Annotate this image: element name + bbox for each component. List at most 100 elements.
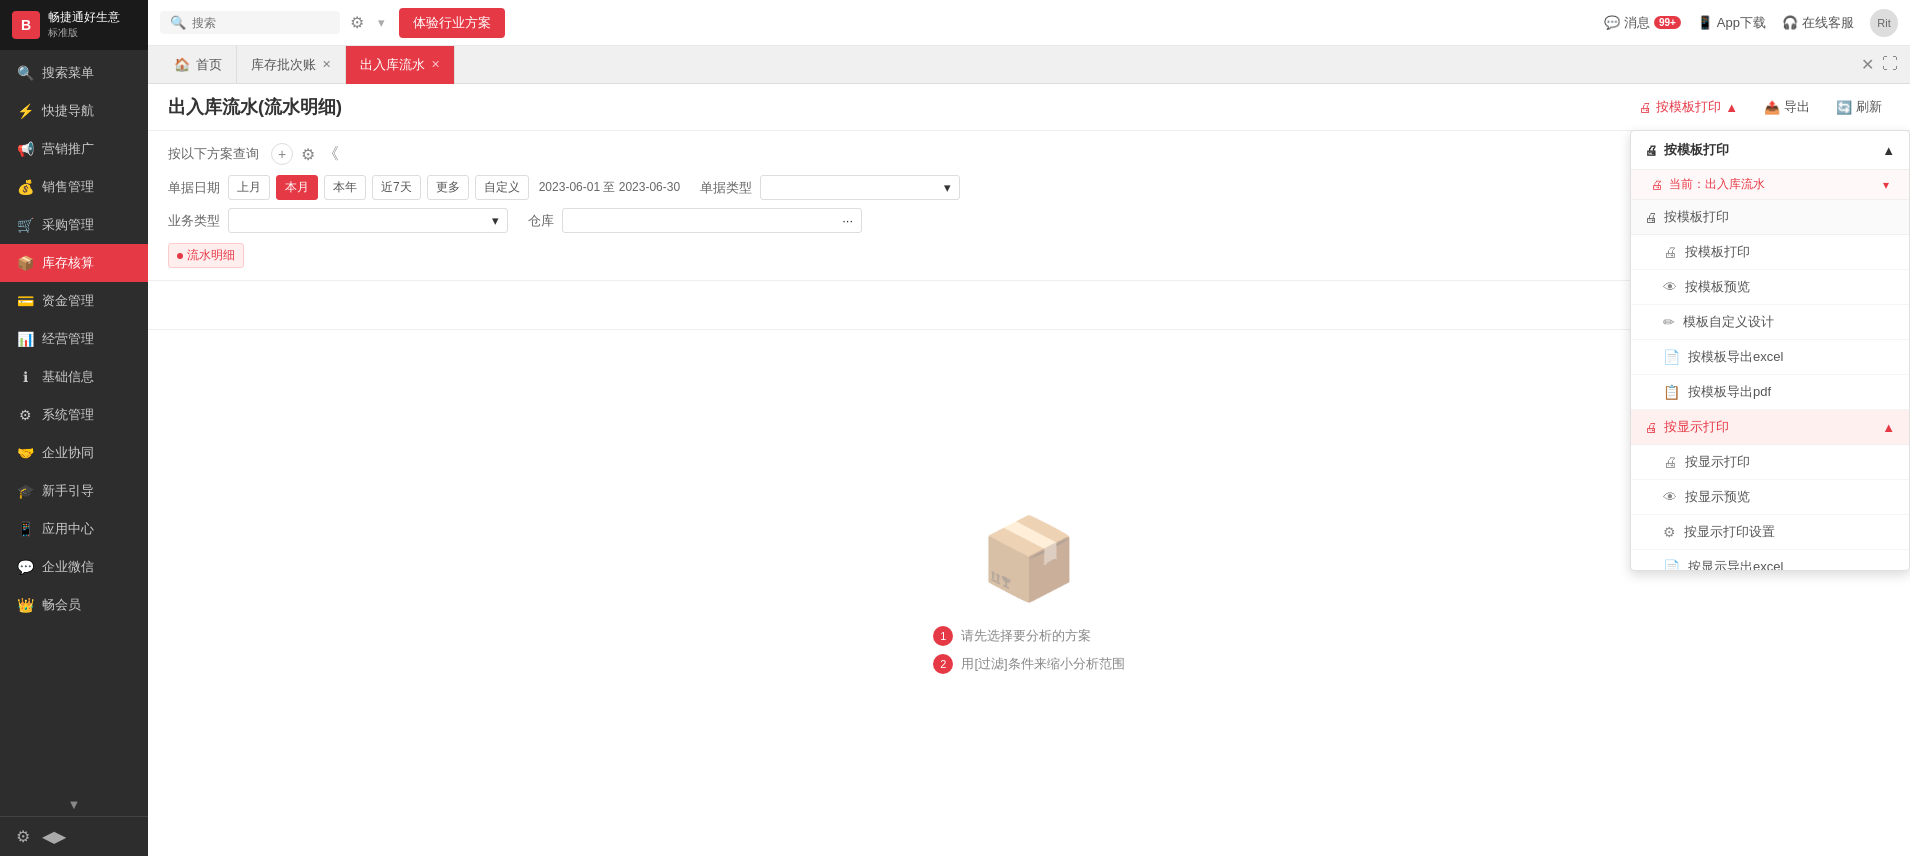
online-service-button[interactable]: 🎧 在线客服: [1782, 14, 1854, 32]
app-download-label: App下载: [1717, 14, 1766, 32]
close-tab-icon[interactable]: ✕: [1861, 55, 1874, 74]
tabs-bar: 🏠 首页 库存批次账 ✕ 出入库流水 ✕ ✕ ⛶: [148, 46, 1910, 84]
tab-close-icon[interactable]: ✕: [322, 58, 331, 71]
display-excel-item[interactable]: 📄 按显示导出excel: [1631, 550, 1909, 570]
warehouse-select[interactable]: ···: [562, 208, 862, 233]
export-icon: 📤: [1764, 100, 1780, 115]
sidebar-item-quick-nav[interactable]: ⚡ 快捷导航: [0, 92, 148, 130]
template-preview-item[interactable]: 👁 按模板预览: [1631, 270, 1909, 305]
display-section-chevron-icon[interactable]: ▲: [1882, 420, 1895, 435]
topbar: 🔍 ⚙ ▾ 体验行业方案 💬 消息 99+ 📱 App下载 🎧 在线客服 Rit: [148, 0, 1910, 46]
app-download-button[interactable]: 📱 App下载: [1697, 14, 1766, 32]
template-section-label: 按模板打印: [1664, 208, 1729, 226]
empty-state-container: 📦 1 请先选择要分析的方案 2 用[过滤]条件来缩小分析范围: [933, 512, 1124, 674]
settings-footer-icon[interactable]: ⚙: [16, 827, 30, 846]
template-print-label: 按模板打印: [1685, 243, 1750, 261]
tab-home[interactable]: 🏠 首页: [160, 46, 237, 84]
sidebar-item-basics[interactable]: ℹ 基础信息: [0, 358, 148, 396]
sidebar-item-operations[interactable]: 📊 经营管理: [0, 320, 148, 358]
sidebar-item-inventory[interactable]: 📦 库存核算: [0, 244, 148, 282]
sidebar-item-member[interactable]: 👑 畅会员: [0, 586, 148, 624]
expand-tab-icon[interactable]: ⛶: [1882, 55, 1898, 74]
date-filter-buttons: 上月 本月 本年 近7天 更多 自定义 2023-06-01 至 2023-06…: [228, 175, 680, 200]
tab-active-close-icon[interactable]: ✕: [431, 58, 440, 71]
sidebar-item-label: 企业协同: [42, 444, 94, 462]
main-area: 🔍 ⚙ ▾ 体验行业方案 💬 消息 99+ 📱 App下载 🎧 在线客服 Rit: [148, 0, 1910, 856]
search-icon: 🔍: [16, 65, 34, 81]
sidebar-item-collab[interactable]: 🤝 企业协同: [0, 434, 148, 472]
display-print-settings-item[interactable]: ⚙ 按显示打印设置: [1631, 515, 1909, 550]
date-btn-last-month[interactable]: 上月: [228, 175, 270, 200]
operations-icon: 📊: [16, 331, 34, 347]
refresh-button[interactable]: 🔄 刷新: [1828, 94, 1890, 120]
date-btn-7days[interactable]: 近7天: [372, 175, 421, 200]
online-service-label: 在线客服: [1802, 14, 1854, 32]
template-design-item[interactable]: ✏ 模板自定义设计: [1631, 305, 1909, 340]
sidebar: B 畅捷通好生意 标准版 🔍 搜索菜单 ⚡ 快捷导航 📢 营销推广 💰 销售管理…: [0, 0, 148, 856]
date-btn-this-month[interactable]: 本月: [276, 175, 318, 200]
sidebar-item-finance[interactable]: 💳 资金管理: [0, 282, 148, 320]
template-preview-label: 按模板预览: [1685, 278, 1750, 296]
empty-step-1: 1 请先选择要分析的方案: [933, 626, 1124, 646]
sidebar-item-apps[interactable]: 📱 应用中心: [0, 510, 148, 548]
tab-batch-account[interactable]: 库存批次账 ✕: [237, 46, 346, 84]
industry-solution-button[interactable]: 体验行业方案: [399, 8, 505, 38]
dropdown-chevron-up-icon[interactable]: ▲: [1882, 143, 1895, 158]
date-btn-custom[interactable]: 自定义: [475, 175, 529, 200]
tab-inout-flow[interactable]: 出入库流水 ✕: [346, 46, 455, 84]
sidebar-scroll-down[interactable]: ▼: [0, 793, 148, 816]
business-type-select[interactable]: ▾: [228, 208, 508, 233]
filter-add-button[interactable]: +: [271, 143, 293, 165]
filter-tag-flow-detail[interactable]: 流水明细: [168, 243, 244, 268]
template-print-item[interactable]: 🖨 按模板打印: [1631, 235, 1909, 270]
sidebar-item-search[interactable]: 🔍 搜索菜单: [0, 54, 148, 92]
sidebar-item-guide[interactable]: 🎓 新手引导: [0, 472, 148, 510]
search-input[interactable]: [192, 16, 312, 30]
date-btn-this-year[interactable]: 本年: [324, 175, 366, 200]
collapse-sidebar-icon[interactable]: ◀▶: [42, 827, 66, 846]
current-chevron-icon[interactable]: ▾: [1883, 178, 1889, 192]
topbar-gear-icon[interactable]: ⚙: [350, 13, 364, 32]
bill-type-label: 单据类型: [700, 179, 752, 197]
bill-type-select[interactable]: ▾: [760, 175, 960, 200]
date-field-label: 单据日期: [168, 179, 220, 197]
export-button[interactable]: 📤 导出: [1756, 94, 1818, 120]
date-btn-more[interactable]: 更多: [427, 175, 469, 200]
sidebar-item-sales[interactable]: 💰 销售管理: [0, 168, 148, 206]
sidebar-item-system[interactable]: ⚙ 系统管理: [0, 396, 148, 434]
template-pdf-item[interactable]: 📋 按模板导出pdf: [1631, 375, 1909, 410]
inventory-icon: 📦: [16, 255, 34, 271]
display-print-section-header[interactable]: 🖨 按显示打印 ▲: [1631, 410, 1909, 445]
home-icon: 🏠: [174, 57, 190, 72]
warehouse-ellipsis-icon: ···: [842, 213, 853, 228]
tab-inout-flow-label: 出入库流水: [360, 56, 425, 74]
sidebar-item-purchase[interactable]: 🛒 采购管理: [0, 206, 148, 244]
dropdown-header: 🖨 按模板打印 ▲: [1631, 131, 1909, 170]
sidebar-item-wechat[interactable]: 💬 企业微信: [0, 548, 148, 586]
user-avatar[interactable]: Rit: [1870, 9, 1898, 37]
display-print-item[interactable]: 🖨 按显示打印: [1631, 445, 1909, 480]
display-preview-item[interactable]: 👁 按显示预览: [1631, 480, 1909, 515]
template-design-icon: ✏: [1663, 314, 1675, 330]
tabs-right-actions: ✕ ⛶: [1861, 55, 1898, 74]
filter-collapse-icon[interactable]: 《: [323, 144, 339, 165]
empty-steps: 1 请先选择要分析的方案 2 用[过滤]条件来缩小分析范围: [933, 626, 1124, 674]
sidebar-logo: B 畅捷通好生意 标准版: [0, 0, 148, 50]
wechat-icon: 💬: [16, 559, 34, 575]
sidebar-item-marketing[interactable]: 📢 营销推广: [0, 130, 148, 168]
topbar-chevron-icon[interactable]: ▾: [378, 15, 385, 30]
sales-icon: 💰: [16, 179, 34, 195]
print-template-label: 按模板打印: [1656, 98, 1721, 116]
template-print-section-header[interactable]: 🖨 按模板打印: [1631, 200, 1909, 235]
template-excel-item[interactable]: 📄 按模板导出excel: [1631, 340, 1909, 375]
step-2-label: 用[过滤]条件来缩小分析范围: [961, 655, 1124, 673]
print-template-button[interactable]: 🖨 按模板打印 ▲: [1631, 94, 1746, 120]
sidebar-item-label: 基础信息: [42, 368, 94, 386]
message-button[interactable]: 💬 消息 99+: [1604, 14, 1681, 32]
topbar-search-box[interactable]: 🔍: [160, 11, 340, 34]
filter-gear-icon[interactable]: ⚙: [301, 145, 315, 164]
system-icon: ⚙: [16, 407, 34, 423]
template-section-icon: 🖨: [1645, 210, 1658, 225]
quick-nav-icon: ⚡: [16, 103, 34, 119]
sidebar-footer: ⚙ ◀▶: [0, 816, 148, 856]
